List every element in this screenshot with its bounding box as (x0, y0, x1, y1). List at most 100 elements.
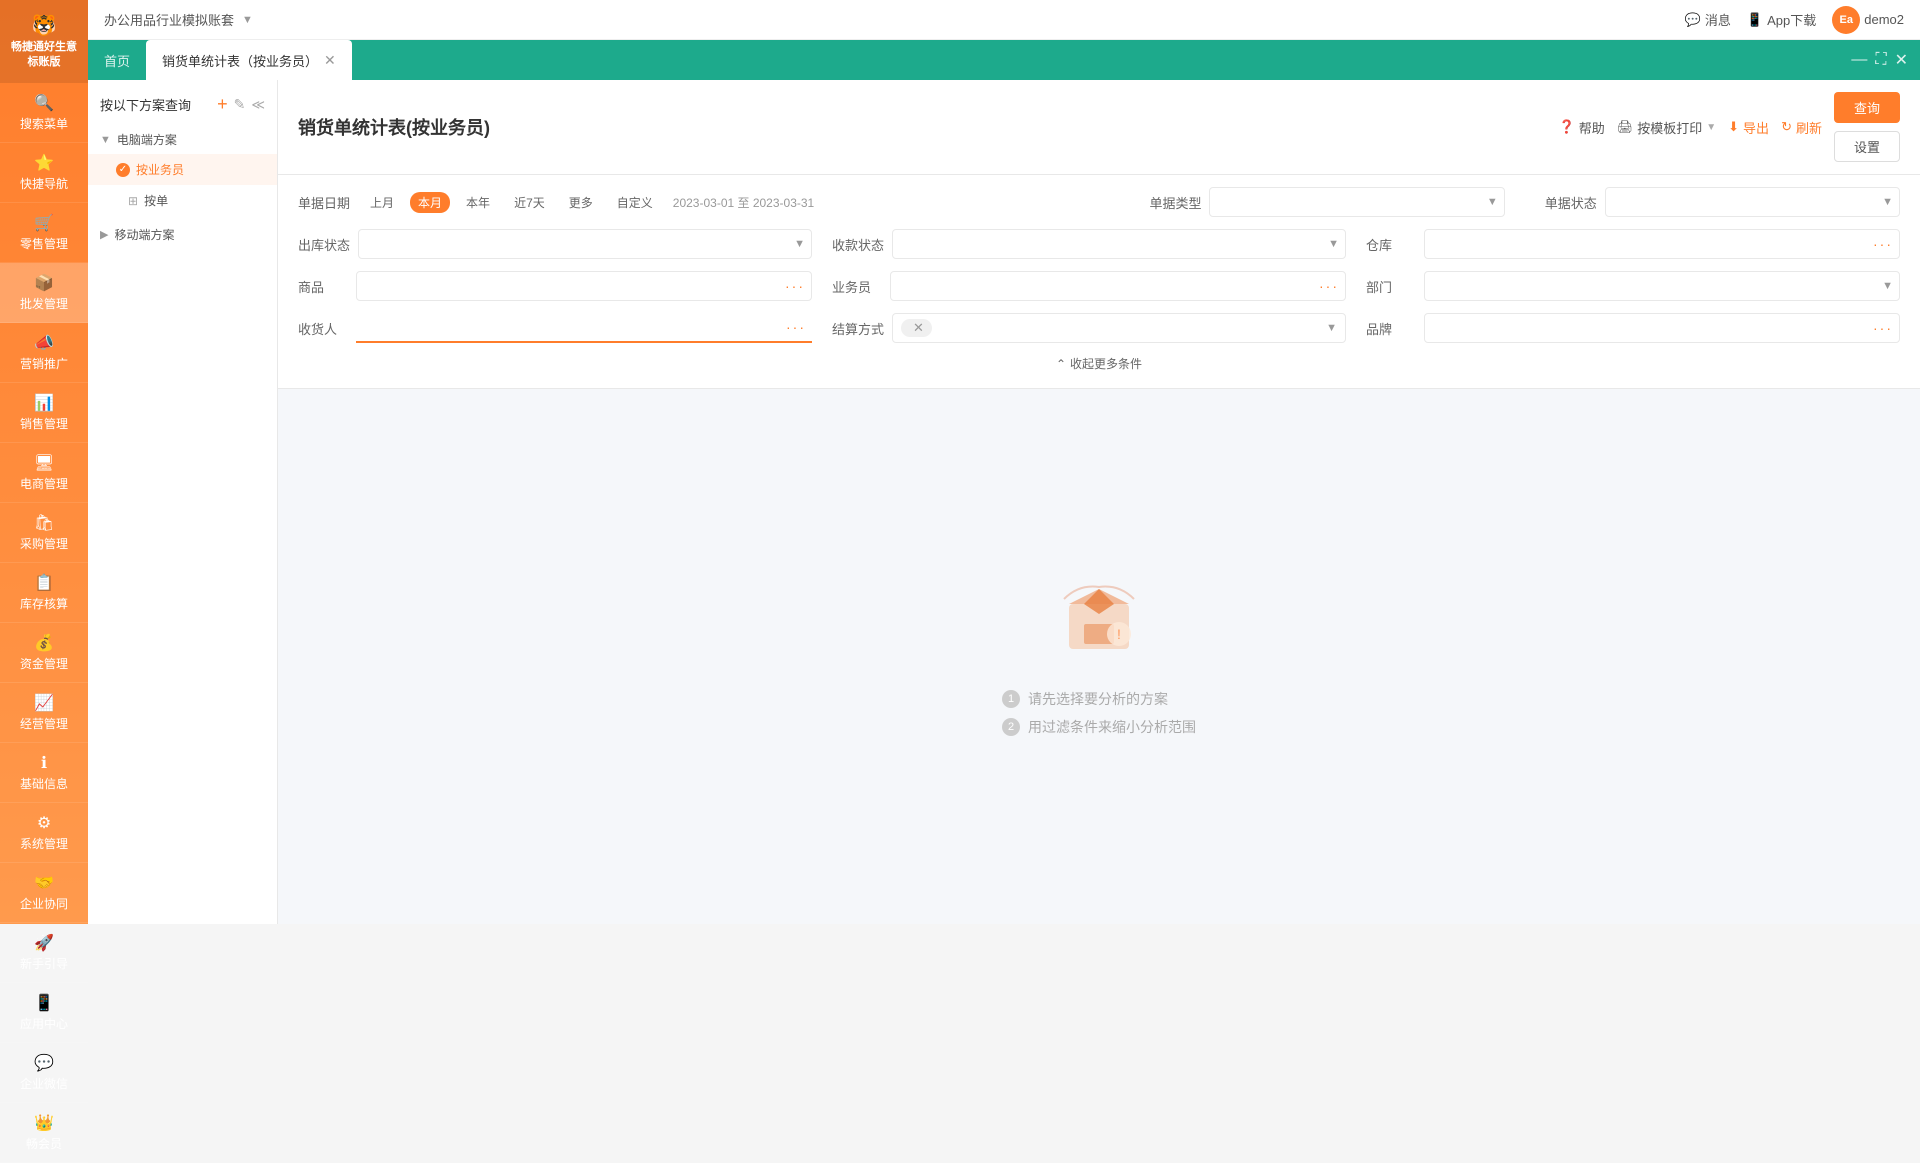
sidebar-item-wechat[interactable]: 💬 企业微信 (0, 1043, 88, 1103)
settings-button[interactable]: 设置 (1834, 131, 1900, 162)
sidebar-item-finance[interactable]: 💰 资金管理 (0, 623, 88, 683)
top-header: 办公用品行业模拟账套 ▼ 💬 消息 📱 App下载 Ea demo2 (88, 0, 1920, 40)
brand-dots[interactable]: ··· (1873, 320, 1893, 336)
tab-home[interactable]: 首页 (88, 40, 146, 80)
settle-method-tag: ✕ (901, 319, 932, 337)
sidebar-label-vip: 畅会员 (26, 1137, 62, 1151)
sidebar-item-purchase[interactable]: 🛍 采购管理 (0, 503, 88, 563)
sidebar-item-enterprise[interactable]: 🤝 企业协同 (0, 863, 88, 923)
tree-item-order[interactable]: ⊞ 按单 (88, 185, 277, 216)
help-icon: ❓ (1559, 119, 1575, 135)
collapse-btn[interactable]: ⌃ 收起更多条件 (1044, 351, 1154, 376)
app-download-btn[interactable]: 📱 App下载 (1747, 10, 1816, 29)
help-btn[interactable]: ❓ 帮助 (1559, 118, 1605, 137)
recipient-select[interactable]: ··· (356, 313, 812, 343)
salesperson-dot: ✓ (116, 163, 130, 177)
sidebar-item-marketing[interactable]: 📣 营销推广 (0, 323, 88, 383)
tree-group-desktop-header[interactable]: ▼ 电脑端方案 (88, 125, 277, 154)
panel-add-btn[interactable]: + (217, 94, 228, 115)
tree-item-salesperson[interactable]: ✓ 按业务员 (88, 154, 277, 185)
close-window-btn[interactable]: ✕ (1895, 50, 1908, 70)
warehouse-dots[interactable]: ··· (1873, 236, 1893, 252)
sidebar-item-system[interactable]: ⚙ 系统管理 (0, 803, 88, 863)
sidebar-item-operation[interactable]: 📈 经营管理 (0, 683, 88, 743)
sidebar-label-enterprise: 企业协同 (20, 897, 68, 911)
recipient-dots[interactable]: ··· (786, 319, 806, 335)
empty-state-icon: ! (1049, 569, 1149, 669)
sidebar-item-ecommerce[interactable]: 🖥 电商管理 (0, 443, 88, 503)
tree-group-mobile: ▶ 移动端方案 (88, 220, 277, 249)
page-header: 销货单统计表(按业务员) ❓ 帮助 🖨 按模板打印 ▼ ⬇ (278, 80, 1920, 175)
date-filter-label: 单据日期 (298, 193, 350, 212)
settle-method-tag-close[interactable]: ✕ (913, 320, 924, 336)
date-tab-7days[interactable]: 近7天 (506, 192, 553, 213)
sidebar-label-operation: 经营管理 (20, 717, 68, 731)
brand-select[interactable]: ··· (1424, 313, 1900, 343)
empty-tips: 1 请先选择要分析的方案 2 用过滤条件来缩小分析范围 (1002, 689, 1196, 745)
message-btn[interactable]: 💬 消息 (1685, 10, 1731, 29)
wechat-icon: 💬 (4, 1053, 84, 1073)
basic-icon: ℹ (4, 753, 84, 773)
query-button[interactable]: 查询 (1834, 92, 1900, 123)
sidebar-item-inventory[interactable]: 📋 库存核算 (0, 563, 88, 623)
goods-select[interactable]: ··· (356, 271, 812, 301)
tab-report[interactable]: 销货单统计表（按业务员） ✕ (146, 40, 352, 80)
template-print-btn[interactable]: 🖨 按模板打印 ▼ (1617, 118, 1716, 137)
doc-type-select[interactable]: ▼ (1209, 187, 1504, 217)
sidebar-item-apps[interactable]: 📱 应用中心 (0, 983, 88, 1043)
date-tab-this-year[interactable]: 本年 (458, 192, 498, 213)
date-tab-custom[interactable]: 自定义 (609, 192, 661, 213)
date-tab-more[interactable]: 更多 (561, 192, 601, 213)
date-tab-this-month[interactable]: 本月 (410, 192, 450, 213)
refresh-btn[interactable]: ↻ 刷新 (1781, 118, 1822, 137)
sidebar-label-apps: 应用中心 (20, 1017, 68, 1031)
goods-dots[interactable]: ··· (785, 278, 805, 294)
logo-line2: 标账版 (28, 56, 61, 68)
sidebar-item-sales[interactable]: 📊 销售管理 (0, 383, 88, 443)
avatar: Ea (1832, 6, 1860, 34)
sidebar-item-search[interactable]: 🔍 搜索菜单 (0, 83, 88, 143)
maximize-btn[interactable]: ⛶ (1875, 51, 1886, 69)
sidebar-item-wholesale[interactable]: 📦 批发管理 (0, 263, 88, 323)
department-item: 部门 ▼ (1366, 271, 1900, 301)
tab-close-icon[interactable]: ✕ (324, 52, 336, 69)
sidebar-item-retail[interactable]: 🛒 零售管理 (0, 203, 88, 263)
warehouse-item: 仓库 ··· (1366, 229, 1900, 259)
sidebar-item-vip[interactable]: 👑 畅会员 (0, 1103, 88, 1163)
header-right: 💬 消息 📱 App下载 Ea demo2 (1685, 6, 1904, 34)
page-title-row: 销货单统计表(按业务员) ❓ 帮助 🖨 按模板打印 ▼ ⬇ (298, 92, 1900, 162)
department-select[interactable]: ▼ (1424, 271, 1900, 301)
refresh-icon: ↻ (1781, 119, 1792, 135)
tree-group-mobile-label: 移动端方案 (114, 226, 174, 243)
minimize-btn[interactable]: — (1851, 51, 1867, 69)
panel-collapse-btn[interactable]: ≪ (251, 97, 265, 113)
panel-edit-btn[interactable]: ✎ (234, 96, 246, 113)
date-tabs: 上月 本月 本年 近7天 更多 自定义 (362, 192, 661, 213)
out-status-select[interactable]: ▼ (358, 229, 812, 259)
out-status-caret: ▼ (794, 238, 805, 250)
tree-item-salesperson-label: 按业务员 (136, 161, 184, 178)
tree-group-mobile-header[interactable]: ▶ 移动端方案 (88, 220, 277, 249)
doc-status-select[interactable]: ▼ (1605, 187, 1900, 217)
export-btn[interactable]: ⬇ 导出 (1728, 118, 1769, 137)
settle-method-select[interactable]: ✕ ▼ (892, 313, 1346, 343)
salesperson-select[interactable]: ··· (890, 271, 1346, 301)
receipt-status-select[interactable]: ▼ (892, 229, 1346, 259)
tree-group-desktop-label: 电脑端方案 (117, 131, 177, 148)
user-area[interactable]: Ea demo2 (1832, 6, 1904, 34)
date-tab-last-month[interactable]: 上月 (362, 192, 402, 213)
svg-text:!: ! (1117, 626, 1121, 642)
newbie-icon: 🚀 (4, 933, 84, 953)
sidebar-item-basic[interactable]: ℹ 基础信息 (0, 743, 88, 803)
settle-method-label: 结算方式 (832, 319, 884, 338)
app-selector-label[interactable]: 办公用品行业模拟账套 (104, 10, 234, 29)
sidebar-item-quicknav[interactable]: ⭐ 快捷导航 (0, 143, 88, 203)
salesperson-dots[interactable]: ··· (1319, 278, 1339, 294)
empty-tip-1-text: 请先选择要分析的方案 (1028, 689, 1168, 709)
sidebar-item-newbie[interactable]: 🚀 新手引导 (0, 923, 88, 983)
filter-row-4: 收货人 ··· 结算方式 ✕ ▼ (298, 313, 1900, 343)
page-header-buttons: 查询 设置 (1834, 92, 1900, 162)
warehouse-select[interactable]: ··· (1424, 229, 1900, 259)
filter-area: 单据日期 上月 本月 本年 近7天 更多 自定义 2023-03-01 至 20… (278, 175, 1920, 389)
app-selector-chevron[interactable]: ▼ (242, 14, 253, 26)
